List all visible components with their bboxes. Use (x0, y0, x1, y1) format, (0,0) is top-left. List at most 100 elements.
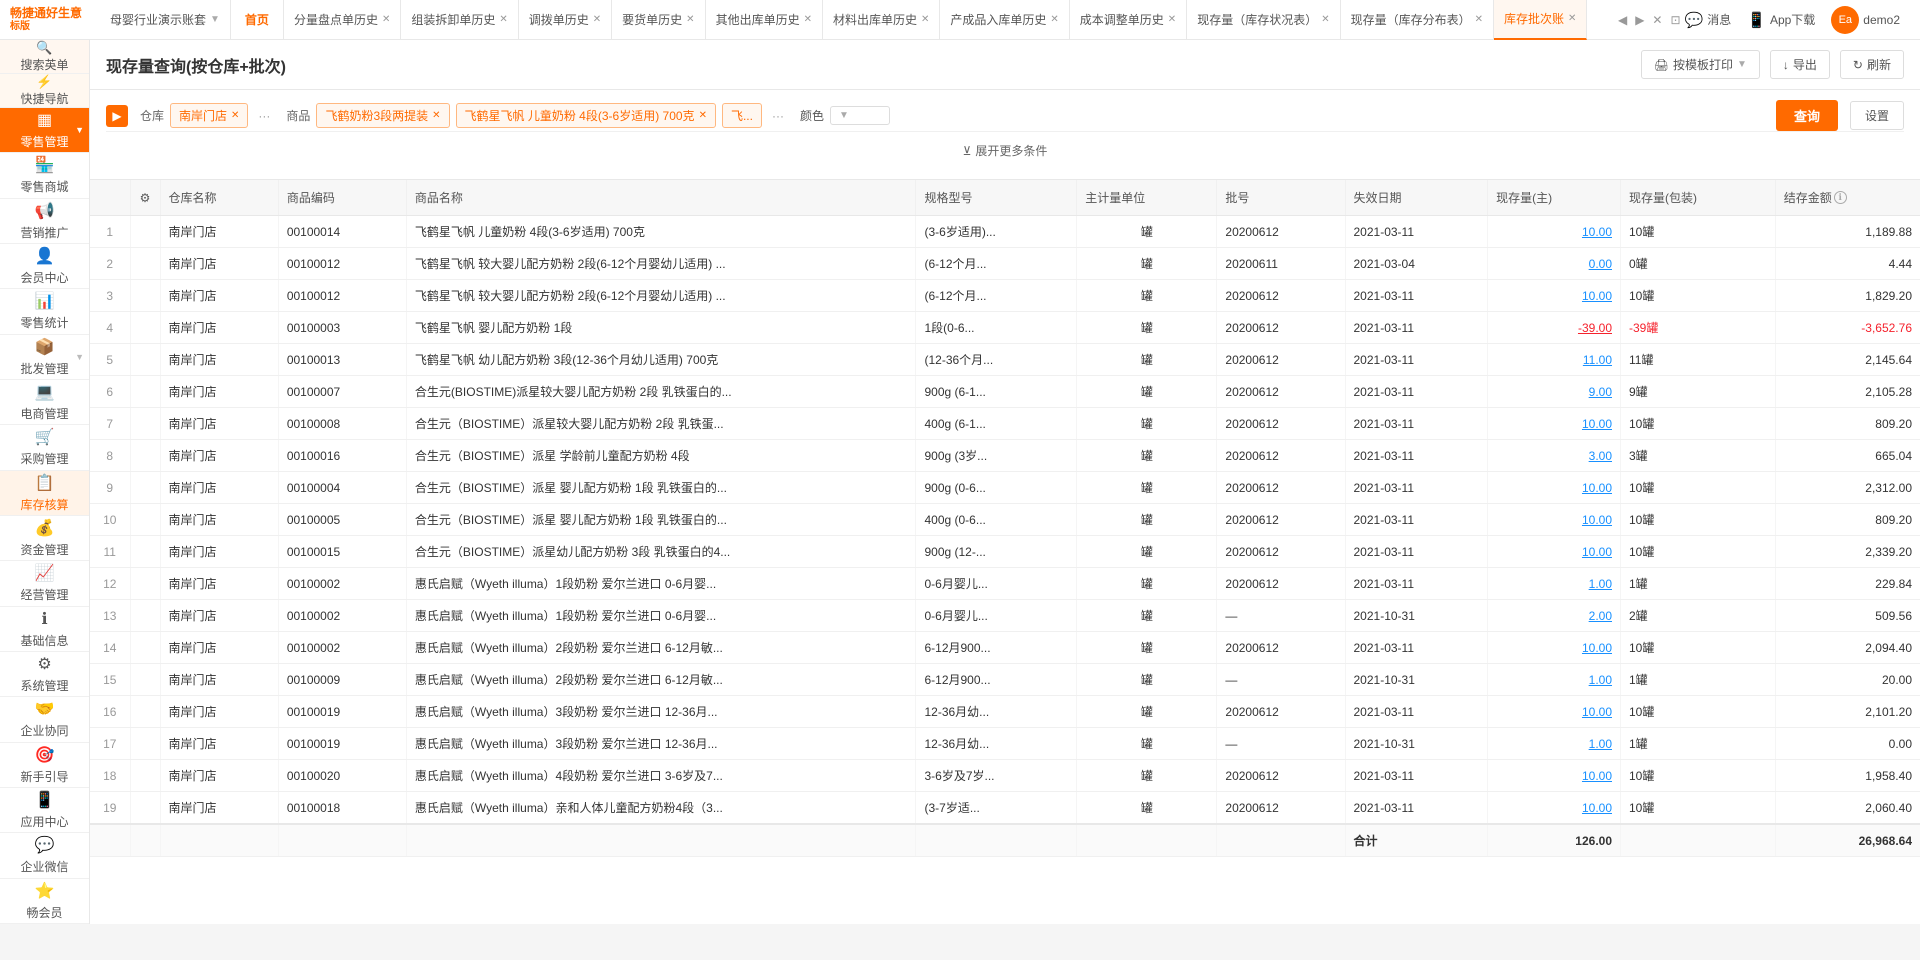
tab-nav-left[interactable]: ◀ (1614, 13, 1631, 27)
tab-close-yaohuo[interactable]: ✕ (686, 14, 694, 25)
export-icon: ↓ (1783, 58, 1789, 72)
sidebar-item-search[interactable]: 🔍 搜索英单 (0, 40, 89, 74)
tab-zuhe[interactable]: 组装拆卸单历史 ✕ (401, 0, 518, 40)
filter-expand-arrow[interactable]: ▶ (106, 105, 128, 127)
row-13-warehouse: 南岸门店 (160, 600, 278, 632)
account-dropdown-icon[interactable]: ▼ (210, 14, 220, 25)
app-download-label: App下载 (1770, 11, 1815, 28)
user-area[interactable]: Ea demo2 (1831, 6, 1900, 34)
sidebar-item-basic[interactable]: ℹ 基础信息 (0, 607, 89, 652)
product-tag-2-close[interactable]: ✕ (699, 110, 707, 121)
row-16-settings (130, 696, 160, 728)
sidebar-item-retail-stats[interactable]: 📊 零售统计 (0, 289, 89, 334)
tab-close-tiaopo[interactable]: ✕ (593, 14, 601, 25)
row-3-settings (130, 280, 160, 312)
sidebar-item-guide[interactable]: 🎯 新手引导 (0, 743, 89, 788)
warehouse-tag-close[interactable]: ✕ (231, 110, 239, 121)
expand-more-btn[interactable]: ⊻ 展开更多条件 (955, 138, 1056, 163)
user-avatar: Ea (1831, 6, 1859, 34)
table-row: 11 南岸门店 00100015 合生元（BIOSTIME）派星幼儿配方奶粉 3… (90, 536, 1920, 568)
row-10-batch: 20200612 (1217, 504, 1345, 536)
sidebar-item-ecommerce[interactable]: 💻 电商管理 (0, 380, 89, 425)
row-6-qty-pkg: 9罐 (1621, 376, 1776, 408)
row-19-spec: (3-7岁适... (916, 792, 1077, 825)
product-tag-3[interactable]: 飞... (722, 103, 762, 128)
message-btn[interactable]: 💬 消息 (1685, 11, 1732, 29)
print-template-btn[interactable]: 🖨 按模板打印 ▼ (1641, 50, 1760, 79)
balance-info-icon[interactable]: ℹ (1834, 191, 1847, 204)
query-btn[interactable]: 查询 (1776, 100, 1838, 131)
app-download-btn[interactable]: 📱 App下载 (1747, 11, 1815, 29)
account-selector[interactable]: 母婴行业演示账套 ▼ (100, 0, 231, 40)
row-5-name: 飞鹤星飞帆 幼儿配方奶粉 3段(12-36个月幼儿适用) 700克 (406, 344, 916, 376)
sidebar: 🔍 搜索英单 ⚡ 快捷导航 ▦ 零售管理 ▼ 🏪 零售商城 📢 营销推广 👤 会… (0, 40, 90, 924)
tab-close-cailiao[interactable]: ✕ (921, 14, 929, 25)
sidebar-item-quicknav[interactable]: ⚡ 快捷导航 (0, 74, 89, 108)
sidebar-item-finance[interactable]: 💰 资金管理 (0, 516, 89, 561)
tab-close-xiancun2[interactable]: ✕ (1475, 14, 1483, 25)
sidebar-item-inventory[interactable]: 📋 库存核算 (0, 471, 89, 516)
row-5-spec: (12-36个月... (916, 344, 1077, 376)
tab-home[interactable]: 首页 (231, 0, 284, 40)
sidebar-item-marketing[interactable]: 📢 营销推广 (0, 199, 89, 244)
tab-yaohuo[interactable]: 要货单历史 ✕ (612, 0, 705, 40)
tab-xiancun1[interactable]: 现存量（库存状况表）✕ (1187, 0, 1340, 40)
tab-fenliang[interactable]: 分量盘点单历史 ✕ (284, 0, 401, 40)
tab-close-xiancun1[interactable]: ✕ (1321, 14, 1329, 25)
th-index (90, 180, 130, 216)
sidebar-item-member[interactable]: 👤 会员中心 (0, 244, 89, 289)
sidebar-item-appcenter[interactable]: 📱 应用中心 (0, 788, 89, 833)
sidebar-item-business[interactable]: 📈 经营管理 (0, 561, 89, 606)
refresh-btn[interactable]: ↻ 刷新 (1840, 50, 1904, 79)
tab-qita[interactable]: 其他出库单历史 ✕ (706, 0, 823, 40)
warehouse-more-btn[interactable]: ··· (254, 109, 274, 123)
warehouse-tag-nanyang[interactable]: 南岸门店 ✕ (170, 103, 248, 128)
tab-chengpin[interactable]: 产成品入库单历史 ✕ (940, 0, 1069, 40)
row-6-settings (130, 376, 160, 408)
sidebar-item-purchase[interactable]: 🛒 采购管理 (0, 425, 89, 470)
sidebar-item-system[interactable]: ⚙ 系统管理 (0, 652, 89, 697)
row-16-code: 00100019 (278, 696, 406, 728)
row-13-settings (130, 600, 160, 632)
tab-nav-close[interactable]: ✕ (1648, 13, 1666, 27)
print-dropdown-icon: ▼ (1737, 59, 1747, 70)
sidebar-item-wechat[interactable]: 💬 企业微信 (0, 833, 89, 878)
sidebar-item-coop[interactable]: 🤝 企业协同 (0, 697, 89, 742)
row-6-expiry: 2021-03-11 (1345, 376, 1488, 408)
product-tag-2[interactable]: 飞鹤星飞帆 儿童奶粉 4段(3-6岁适用) 700克 ✕ (456, 103, 716, 128)
tab-close-kucun[interactable]: ✕ (1568, 13, 1576, 24)
row-14-qty-main: 10.00 (1488, 632, 1621, 664)
tab-kucun-active[interactable]: 库存批次账 ✕ (1494, 0, 1587, 40)
table-row: 17 南岸门店 00100019 惠氏启赋（Wyeth illuma）3段奶粉 … (90, 728, 1920, 760)
tab-close-chengpin[interactable]: ✕ (1050, 14, 1058, 25)
tab-close-qita[interactable]: ✕ (804, 14, 812, 25)
tab-close-zuhe[interactable]: ✕ (499, 14, 507, 25)
sidebar-item-changhui[interactable]: ⭐ 畅会员 (0, 879, 89, 924)
tab-tiaopo[interactable]: 调拨单历史 ✕ (519, 0, 612, 40)
settings-btn[interactable]: 设置 (1850, 101, 1904, 130)
sidebar-mall-label: 零售商城 (20, 178, 68, 195)
product-more-btn[interactable]: ··· (768, 109, 788, 123)
th-settings[interactable]: ⚙ (130, 180, 160, 216)
tab-nav-more[interactable]: ⊡ (1666, 13, 1684, 27)
row-2-unit: 罐 (1077, 248, 1217, 280)
export-btn[interactable]: ↓ 导出 (1770, 50, 1830, 79)
color-select[interactable]: ▼ (830, 106, 890, 125)
row-10-spec: 400g (0-6... (916, 504, 1077, 536)
product-tag-1-close[interactable]: ✕ (432, 110, 440, 121)
tab-nav-right[interactable]: ▶ (1631, 13, 1648, 27)
product-tag-1[interactable]: 飞鹤奶粉3段两提装 ✕ (316, 103, 449, 128)
tab-chengben[interactable]: 成本调整单历史 ✕ (1070, 0, 1187, 40)
row-9-settings (130, 472, 160, 504)
tab-xiancun2[interactable]: 现存量（库存分布表）✕ (1341, 0, 1494, 40)
color-filter-group: 颜色 ▼ (800, 106, 890, 125)
tab-close-chengben[interactable]: ✕ (1168, 14, 1176, 25)
sidebar-item-retail[interactable]: ▦ 零售管理 ▼ (0, 108, 89, 153)
row-5-code: 00100013 (278, 344, 406, 376)
sidebar-item-wholesale[interactable]: 📦 批发管理 ▼ (0, 335, 89, 380)
sidebar-item-mall[interactable]: 🏪 零售商城 (0, 153, 89, 198)
tab-cailiao[interactable]: 材料出库单历史 ✕ (823, 0, 940, 40)
row-9-unit: 罐 (1077, 472, 1217, 504)
tab-close-fenliang[interactable]: ✕ (382, 14, 390, 25)
row-4-balance: -3,652.76 (1775, 312, 1920, 344)
